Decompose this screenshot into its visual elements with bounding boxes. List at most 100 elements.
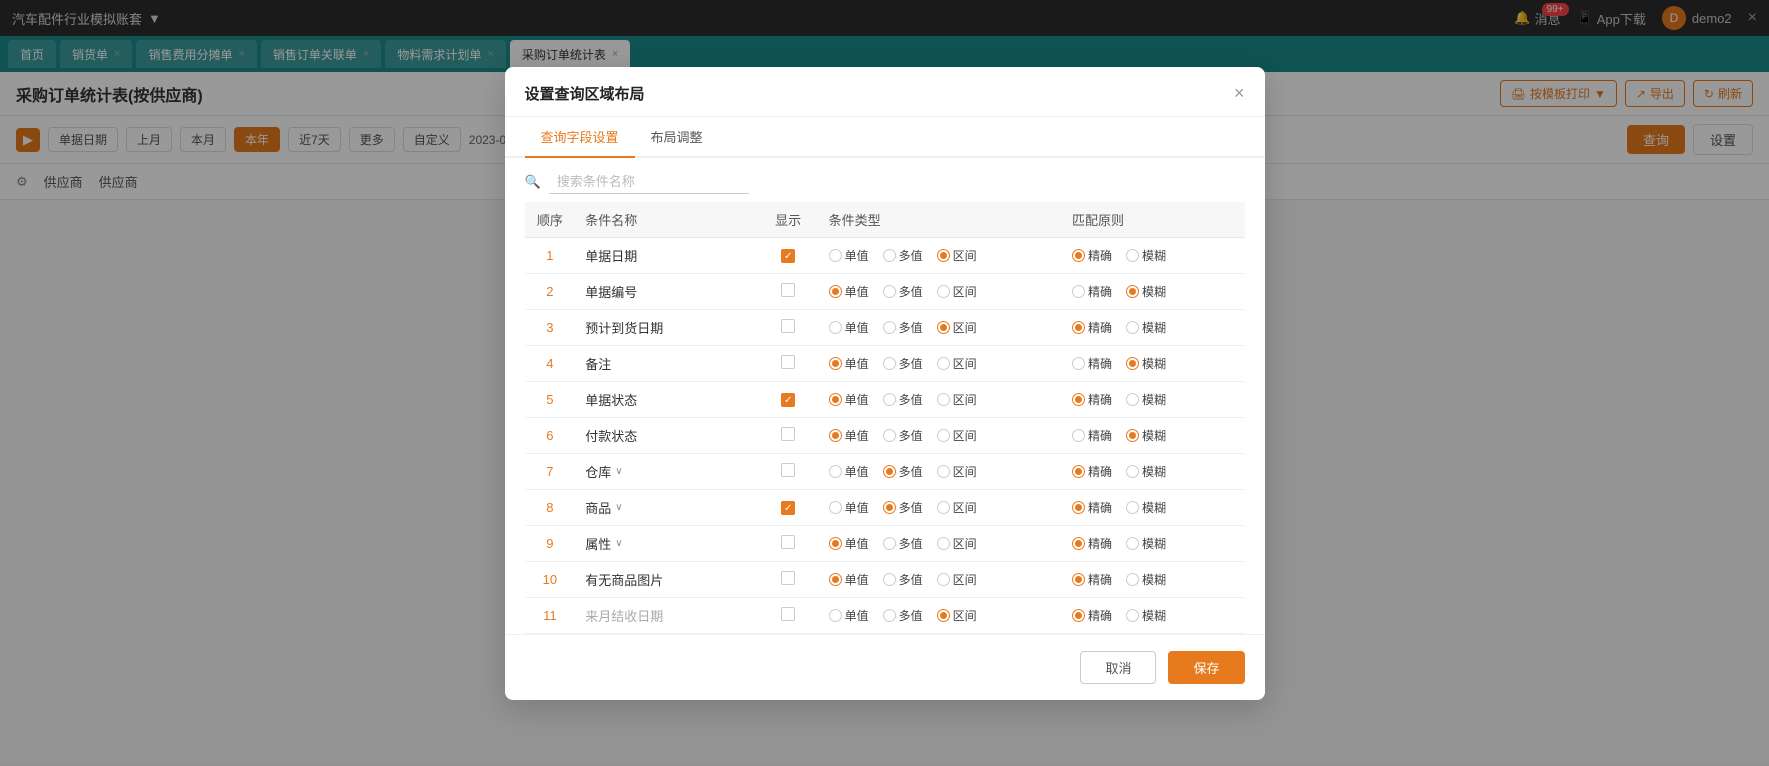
type-radio-multi[interactable]: 多值: [883, 283, 923, 300]
type-radio-single[interactable]: 单值: [829, 319, 869, 336]
row-display[interactable]: [758, 561, 819, 597]
match-radio-exact[interactable]: 精确: [1072, 607, 1112, 624]
radio-circle-multi: [883, 609, 896, 622]
match-radio-exact[interactable]: 精确: [1072, 247, 1112, 264]
type-radio-range[interactable]: 区间: [937, 499, 977, 516]
row-name: 有无商品图片: [575, 561, 758, 597]
type-radio-range[interactable]: 区间: [937, 607, 977, 624]
match-radio-fuzzy[interactable]: 模糊: [1126, 391, 1166, 408]
match-radio-exact[interactable]: 精确: [1072, 499, 1112, 516]
row-display[interactable]: [758, 453, 819, 489]
type-radio-single[interactable]: 单值: [829, 535, 869, 552]
match-radio-exact[interactable]: 精确: [1072, 355, 1112, 372]
display-checkbox[interactable]: [781, 427, 795, 441]
type-radio-single[interactable]: 单值: [829, 499, 869, 516]
type-radio-single[interactable]: 单值: [829, 283, 869, 300]
row-type: 单值多值区间: [819, 525, 1062, 561]
radio-label-range: 区间: [953, 463, 977, 480]
row-display[interactable]: [758, 273, 819, 309]
radio-circle-single: [829, 573, 842, 586]
match-radio-fuzzy[interactable]: 模糊: [1126, 535, 1166, 552]
modal-tab-query[interactable]: 查询字段设置: [525, 117, 635, 158]
match-label-exact: 精确: [1088, 463, 1112, 480]
match-radio-fuzzy[interactable]: 模糊: [1126, 607, 1166, 624]
match-radio-exact[interactable]: 精确: [1072, 391, 1112, 408]
row-display[interactable]: [758, 381, 819, 417]
type-radio-range[interactable]: 区间: [937, 391, 977, 408]
row-name: 仓库 ∨: [575, 453, 758, 489]
match-circle-fuzzy: [1126, 393, 1139, 406]
match-radio-fuzzy[interactable]: 模糊: [1126, 427, 1166, 444]
match-radio-fuzzy[interactable]: 模糊: [1126, 319, 1166, 336]
type-radio-multi[interactable]: 多值: [883, 607, 923, 624]
display-checkbox[interactable]: [781, 535, 795, 549]
display-checkbox[interactable]: [781, 571, 795, 585]
type-radio-single[interactable]: 单值: [829, 571, 869, 588]
match-radio-fuzzy[interactable]: 模糊: [1126, 571, 1166, 588]
type-radio-single[interactable]: 单值: [829, 607, 869, 624]
modal-tab-layout[interactable]: 布局调整: [635, 117, 719, 158]
match-radio-exact[interactable]: 精确: [1072, 319, 1112, 336]
match-radio-exact[interactable]: 精确: [1072, 283, 1112, 300]
radio-label-range: 区间: [953, 283, 977, 300]
type-radio-range[interactable]: 区间: [937, 247, 977, 264]
type-radio-multi[interactable]: 多值: [883, 463, 923, 480]
display-checkbox[interactable]: [781, 393, 795, 407]
type-radio-multi[interactable]: 多值: [883, 571, 923, 588]
match-radio-fuzzy[interactable]: 模糊: [1126, 499, 1166, 516]
type-radio-range[interactable]: 区间: [937, 319, 977, 336]
display-checkbox[interactable]: [781, 463, 795, 477]
type-radio-multi[interactable]: 多值: [883, 391, 923, 408]
match-radio-fuzzy[interactable]: 模糊: [1126, 355, 1166, 372]
type-radio-range[interactable]: 区间: [937, 571, 977, 588]
match-circle-exact: [1072, 609, 1085, 622]
save-button[interactable]: 保存: [1168, 651, 1244, 684]
cancel-button[interactable]: 取消: [1080, 651, 1156, 684]
row-type: 单值多值区间: [819, 345, 1062, 381]
match-radio-exact[interactable]: 精确: [1072, 427, 1112, 444]
type-radio-multi[interactable]: 多值: [883, 427, 923, 444]
type-radio-range[interactable]: 区间: [937, 283, 977, 300]
row-name: 备注: [575, 345, 758, 381]
row-display[interactable]: [758, 345, 819, 381]
type-radio-multi[interactable]: 多值: [883, 247, 923, 264]
row-display[interactable]: [758, 309, 819, 345]
display-checkbox[interactable]: [781, 249, 795, 263]
type-radio-multi[interactable]: 多值: [883, 535, 923, 552]
row-display[interactable]: [758, 417, 819, 453]
type-radio-range[interactable]: 区间: [937, 463, 977, 480]
radio-circle-range: [937, 357, 950, 370]
display-checkbox[interactable]: [781, 501, 795, 515]
radio-circle-multi: [883, 321, 896, 334]
type-radio-range[interactable]: 区间: [937, 427, 977, 444]
row-display[interactable]: [758, 525, 819, 561]
type-radio-single[interactable]: 单值: [829, 355, 869, 372]
modal-dialog: 设置查询区域布局 × 查询字段设置 布局调整 🔍 顺序 条件名称 显示 条件类型: [505, 67, 1265, 700]
row-display[interactable]: [758, 489, 819, 525]
match-radio-exact[interactable]: 精确: [1072, 571, 1112, 588]
row-type: 单值多值区间: [819, 417, 1062, 453]
type-radio-multi[interactable]: 多值: [883, 319, 923, 336]
match-radio-exact[interactable]: 精确: [1072, 463, 1112, 480]
display-checkbox[interactable]: [781, 355, 795, 369]
type-radio-single[interactable]: 单值: [829, 391, 869, 408]
type-radio-single[interactable]: 单值: [829, 427, 869, 444]
type-radio-single[interactable]: 单值: [829, 247, 869, 264]
type-radio-multi[interactable]: 多值: [883, 499, 923, 516]
display-checkbox[interactable]: [781, 283, 795, 297]
display-checkbox[interactable]: [781, 607, 795, 621]
display-checkbox[interactable]: [781, 319, 795, 333]
match-radio-exact[interactable]: 精确: [1072, 535, 1112, 552]
type-radio-single[interactable]: 单值: [829, 463, 869, 480]
match-radio-fuzzy[interactable]: 模糊: [1126, 247, 1166, 264]
modal-close-btn[interactable]: ×: [1234, 83, 1245, 104]
type-radio-multi[interactable]: 多值: [883, 355, 923, 372]
search-input[interactable]: [549, 170, 749, 194]
type-radio-range[interactable]: 区间: [937, 535, 977, 552]
row-display[interactable]: [758, 237, 819, 273]
type-radio-range[interactable]: 区间: [937, 355, 977, 372]
radio-label-range: 区间: [953, 247, 977, 264]
row-display[interactable]: [758, 597, 819, 633]
match-radio-fuzzy[interactable]: 模糊: [1126, 283, 1166, 300]
match-radio-fuzzy[interactable]: 模糊: [1126, 463, 1166, 480]
